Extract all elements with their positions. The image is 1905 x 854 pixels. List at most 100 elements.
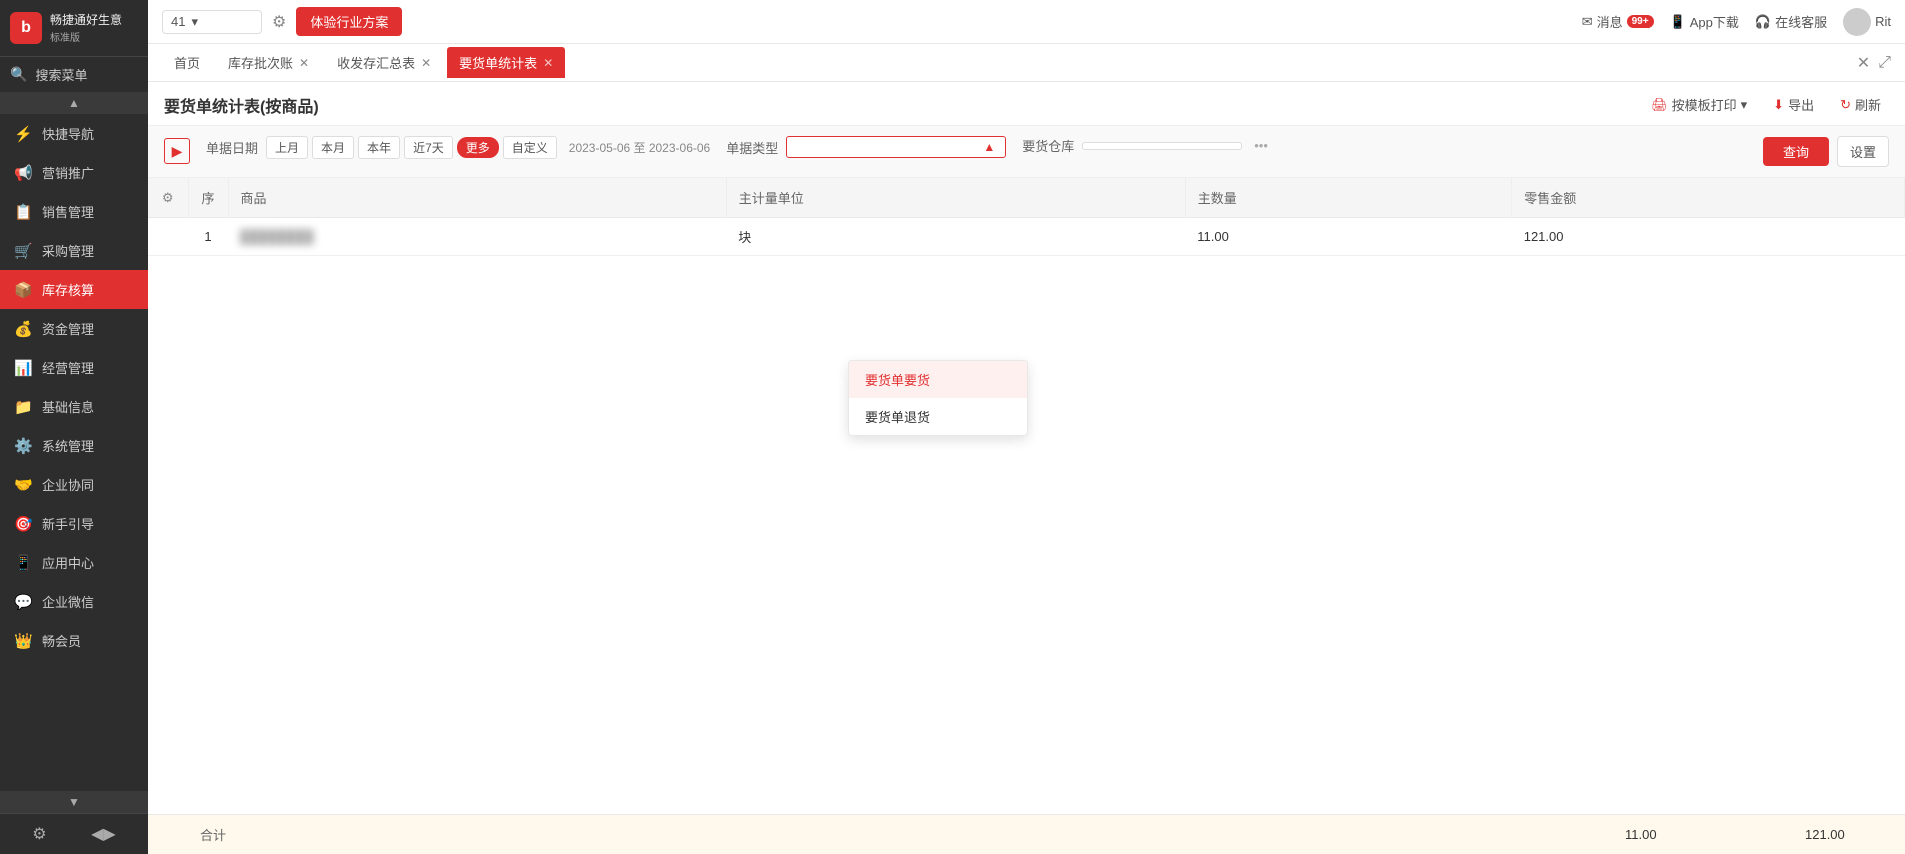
- app-sub: 标准版: [50, 29, 122, 44]
- tab-collect[interactable]: 收发存汇总表 ✕: [325, 47, 443, 78]
- data-table: ⚙ 序 商品 主计量单位 主数量 零售金额 1 ████████: [148, 178, 1905, 256]
- th-amount: 零售金额: [1512, 178, 1905, 218]
- product-name: ████████: [240, 229, 314, 244]
- warehouse-select[interactable]: [1082, 142, 1242, 150]
- tab-batch[interactable]: 库存批次账 ✕: [216, 47, 321, 78]
- support-btn[interactable]: 🎧 在线客服: [1755, 12, 1827, 31]
- export-label: 导出: [1788, 95, 1814, 114]
- sidebar-item-purchase[interactable]: 🛒 采购管理: [0, 231, 148, 270]
- sidebar-item-inventory[interactable]: 📦 库存核算: [0, 270, 148, 309]
- sidebar-item-guide[interactable]: 🎯 新手引导: [0, 504, 148, 543]
- topbar: 41 ▾ ⚙ 体验行业方案 ✉ 消息 99+ 📱 App下载 🎧 在线客服 R: [148, 0, 1905, 44]
- th-gear[interactable]: ⚙: [148, 178, 188, 218]
- gear-icon[interactable]: ⚙: [162, 190, 174, 205]
- inventory-icon: 📦: [14, 281, 32, 299]
- table-container: ⚙ 序 商品 主计量单位 主数量 零售金额 1 ████████: [148, 178, 1905, 814]
- sidebar-item-vip[interactable]: 👑 畅会员: [0, 621, 148, 660]
- td-gear: [148, 218, 188, 256]
- sidebar-item-label: 营销推广: [42, 163, 94, 182]
- date-btn-this-month[interactable]: 本月: [312, 136, 354, 159]
- app-download-btn[interactable]: 📱 App下载: [1670, 12, 1739, 31]
- footer-label: 合计: [160, 825, 340, 844]
- company-selector-text: 41: [171, 14, 185, 29]
- headset-icon: 🎧: [1755, 14, 1771, 30]
- tab-batch-close[interactable]: ✕: [299, 56, 309, 70]
- th-unit: 主计量单位: [726, 178, 1185, 218]
- print-btn[interactable]: 🖨 按模板打印 ▾: [1643, 92, 1755, 117]
- business-icon: 📊: [14, 359, 32, 377]
- sidebar-item-label: 库存核算: [42, 280, 94, 299]
- quick-nav-icon: ⚡: [14, 125, 32, 143]
- sidebar-item-system[interactable]: ⚙️ 系统管理: [0, 426, 148, 465]
- main-content: 41 ▾ ⚙ 体验行业方案 ✉ 消息 99+ 📱 App下载 🎧 在线客服 R: [148, 0, 1905, 854]
- warehouse-filter-label: 要货仓库: [1022, 136, 1074, 155]
- table-row: 1 ████████ 块 11.00 121.00: [148, 218, 1905, 256]
- date-btn-7days[interactable]: 近7天: [404, 136, 453, 159]
- settings-icon[interactable]: ⚙: [32, 824, 46, 844]
- sidebar-footer: ⚙ ◀▶: [0, 813, 148, 854]
- sidebar-search[interactable]: 🔍 搜索菜单: [0, 57, 148, 92]
- sales-icon: 📋: [14, 203, 32, 221]
- date-btn-this-year[interactable]: 本年: [358, 136, 400, 159]
- printer-icon: 🖨: [1651, 97, 1668, 113]
- tab-close-all[interactable]: ✕: [1857, 53, 1870, 73]
- sidebar-scroll-up[interactable]: ▲: [0, 92, 148, 114]
- user-menu[interactable]: Rit: [1843, 8, 1891, 36]
- filter-actions: 查询 设置: [1763, 136, 1889, 167]
- sidebar-item-business[interactable]: 📊 经营管理: [0, 348, 148, 387]
- warehouse-more-icon[interactable]: •••: [1254, 138, 1268, 153]
- sidebar-item-label: 快捷导航: [42, 124, 94, 143]
- sidebar-item-quick-nav[interactable]: ⚡ 快捷导航: [0, 114, 148, 153]
- date-btn-custom[interactable]: 自定义: [503, 136, 557, 159]
- dropdown-item-req[interactable]: 要货单要货: [849, 361, 1027, 398]
- sidebar-scroll-down[interactable]: ▼: [0, 791, 148, 813]
- chevron-down-icon: ▾: [1741, 97, 1748, 113]
- print-label: 按模板打印: [1672, 95, 1737, 114]
- date-btn-more[interactable]: 更多: [457, 137, 499, 158]
- td-unit: 块: [726, 218, 1185, 256]
- sidebar-item-wechat[interactable]: 💬 企业微信: [0, 582, 148, 621]
- sidebar-item-marketing[interactable]: 📢 营销推广: [0, 153, 148, 192]
- date-filter-group: 单据日期 上月 本月 本年 近7天 更多 自定义 2023-05-06 至 20…: [206, 136, 710, 159]
- tab-collect-close[interactable]: ✕: [421, 56, 431, 70]
- refresh-btn[interactable]: ↻ 刷新: [1832, 92, 1889, 117]
- tabs-right: ✕ ⤢: [1857, 53, 1891, 73]
- messages-btn[interactable]: ✉ 消息 99+: [1582, 12, 1654, 31]
- sidebar-item-label: 基础信息: [42, 397, 94, 416]
- filter-expand-btn[interactable]: ▶: [164, 138, 190, 164]
- company-selector[interactable]: 41 ▾: [162, 10, 262, 34]
- sidebar-item-label: 采购管理: [42, 241, 94, 260]
- collapse-icon[interactable]: ◀▶: [91, 824, 116, 844]
- message-icon: ✉: [1582, 14, 1593, 30]
- dropdown-item-ret[interactable]: 要货单退货: [849, 398, 1027, 435]
- tab-batch-label: 库存批次账: [228, 53, 293, 72]
- finance-icon: 💰: [14, 320, 32, 338]
- tab-home[interactable]: 首页: [162, 47, 212, 78]
- sidebar-item-sales[interactable]: 📋 销售管理: [0, 192, 148, 231]
- sidebar-item-collab[interactable]: 🤝 企业协同: [0, 465, 148, 504]
- sidebar-item-label: 应用中心: [42, 553, 94, 572]
- tab-requisition[interactable]: 要货单统计表 ✕: [447, 47, 565, 78]
- sidebar-item-finance[interactable]: 💰 资金管理: [0, 309, 148, 348]
- tab-fullscreen[interactable]: ⤢: [1878, 54, 1891, 72]
- footer-amount: 121.00: [1793, 827, 1893, 842]
- sidebar: b 畅捷通好生意 标准版 🔍 搜索菜单 ▲ ⚡ 快捷导航 📢 营销推广 📋 销售…: [0, 0, 148, 854]
- filter-settings-btn[interactable]: 设置: [1837, 136, 1889, 167]
- messages-badge: 99+: [1627, 15, 1654, 28]
- app-logo-icon: b: [10, 12, 42, 44]
- sidebar-item-label: 经营管理: [42, 358, 94, 377]
- trial-btn[interactable]: 体验行业方案: [296, 7, 402, 36]
- sidebar-item-basic[interactable]: 📁 基础信息: [0, 387, 148, 426]
- support-label: 在线客服: [1775, 12, 1827, 31]
- export-btn[interactable]: ⬇ 导出: [1765, 92, 1822, 117]
- tab-requisition-close[interactable]: ✕: [543, 56, 553, 70]
- sidebar-item-label: 资金管理: [42, 319, 94, 338]
- topbar-settings-icon[interactable]: ⚙: [272, 12, 286, 32]
- td-amount: 121.00: [1512, 218, 1905, 256]
- date-btn-last-month[interactable]: 上月: [266, 136, 308, 159]
- table-footer: 合计 11.00 121.00: [148, 814, 1905, 854]
- type-select[interactable]: ▲: [786, 136, 1006, 158]
- table-header-row: ⚙ 序 商品 主计量单位 主数量 零售金额: [148, 178, 1905, 218]
- query-btn[interactable]: 查询: [1763, 137, 1829, 166]
- sidebar-item-app-center[interactable]: 📱 应用中心: [0, 543, 148, 582]
